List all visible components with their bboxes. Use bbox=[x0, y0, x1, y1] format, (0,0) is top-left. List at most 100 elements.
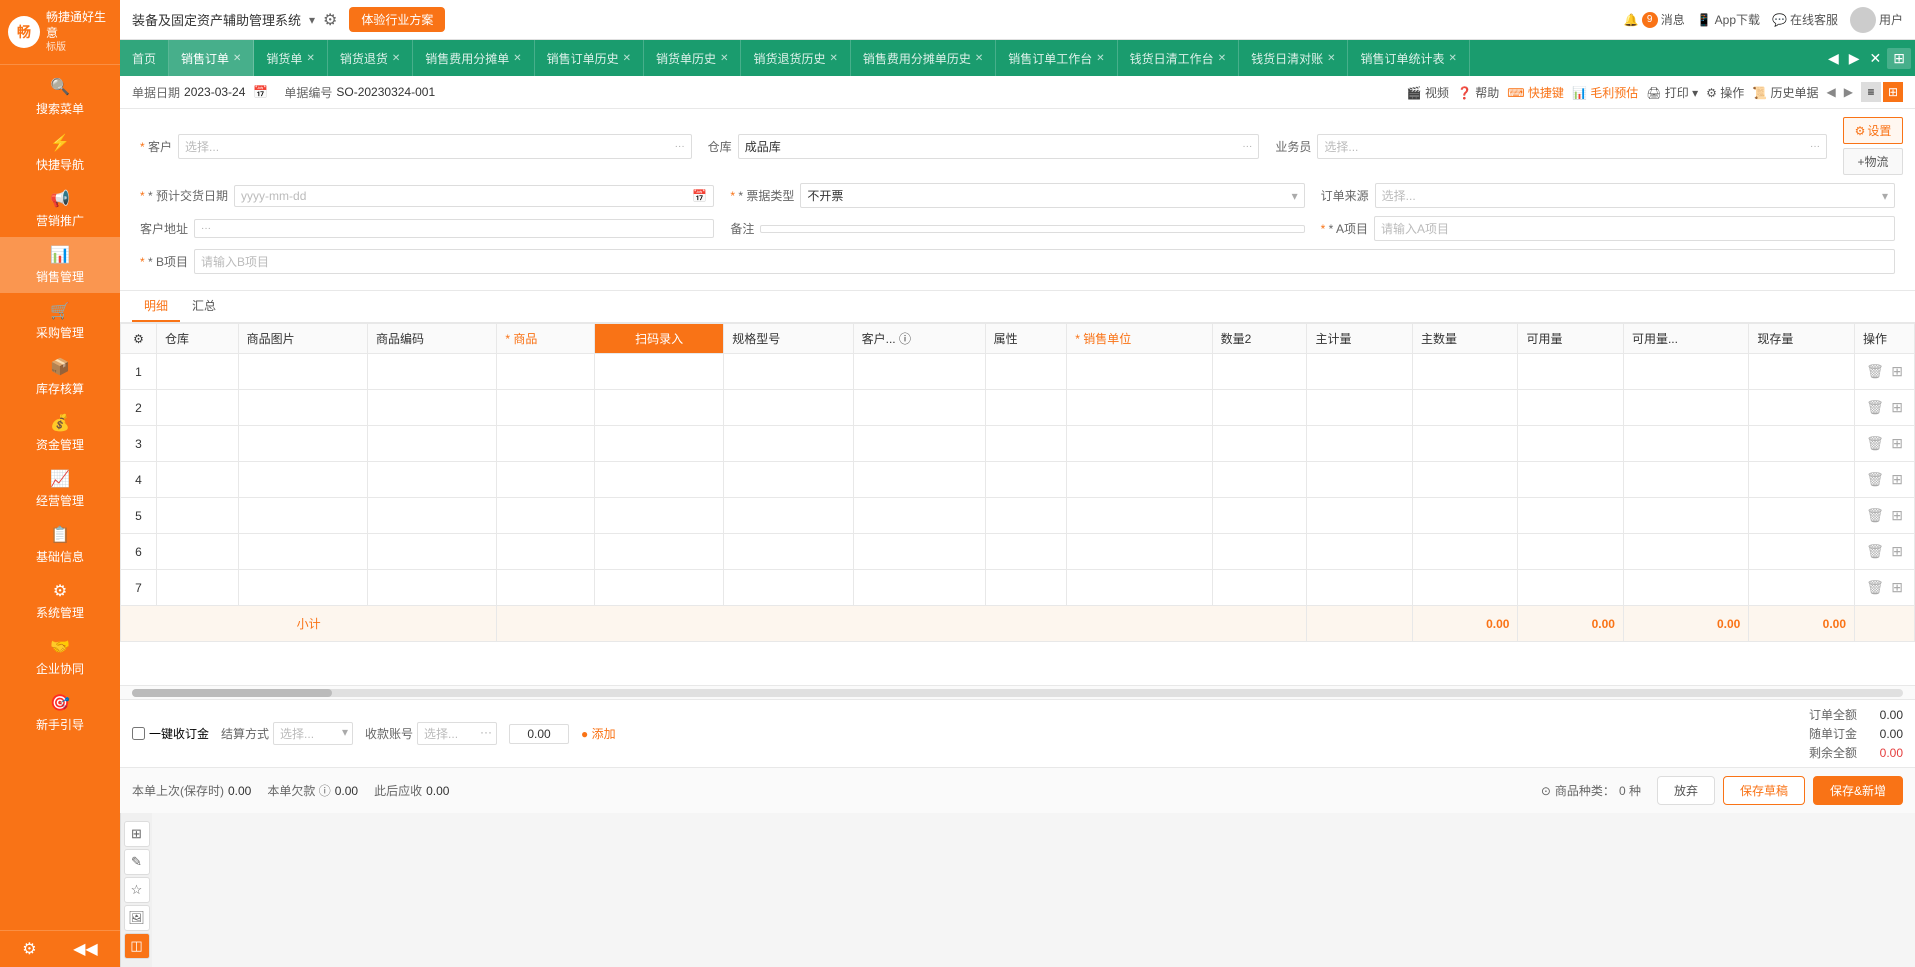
sidebar-item-marketing[interactable]: 📢 营销推广 bbox=[0, 181, 120, 237]
row-3-unit[interactable] bbox=[1067, 426, 1212, 462]
user-area[interactable]: 用户 bbox=[1850, 7, 1903, 33]
col-scan[interactable]: 扫码录入 bbox=[594, 324, 723, 354]
industry-solution-button[interactable]: 体验行业方案 bbox=[349, 7, 445, 32]
settings-btn[interactable]: ⚙ 设置 bbox=[1843, 117, 1903, 144]
tab-close-icon[interactable]: ✕ bbox=[392, 53, 400, 64]
row-6-code[interactable] bbox=[367, 534, 496, 570]
row-6-product[interactable] bbox=[497, 534, 595, 570]
online-service-btn[interactable]: 💬 在线客服 bbox=[1772, 11, 1838, 28]
row-6-main-qty[interactable] bbox=[1412, 534, 1518, 570]
number-value[interactable]: SO-20230324-001 bbox=[336, 85, 435, 99]
rs-btn-3[interactable]: ☆ bbox=[124, 877, 150, 903]
delete-icon[interactable]: 🗑 bbox=[1866, 399, 1884, 415]
print-btn[interactable]: 🖨 打印 ▾ bbox=[1646, 84, 1698, 101]
row-4-code[interactable] bbox=[367, 462, 496, 498]
row-7-unit[interactable] bbox=[1067, 570, 1212, 606]
salesperson-input[interactable]: 选择... ··· bbox=[1317, 134, 1827, 159]
row-3-attr[interactable] bbox=[985, 426, 1067, 462]
row-6-attr[interactable] bbox=[985, 534, 1067, 570]
row-4-spec[interactable] bbox=[724, 462, 853, 498]
tab-close-all-btn[interactable]: ✕ bbox=[1866, 48, 1886, 69]
copy-icon[interactable]: ⊞ bbox=[1891, 435, 1903, 451]
row-5-main-qty[interactable] bbox=[1412, 498, 1518, 534]
row-2-qty2[interactable] bbox=[1212, 390, 1307, 426]
row-2-product[interactable] bbox=[497, 390, 595, 426]
row-3-warehouse[interactable] bbox=[157, 426, 239, 462]
row-7-code[interactable] bbox=[367, 570, 496, 606]
history-btn[interactable]: 📜 历史单据 bbox=[1752, 84, 1818, 101]
delete-icon[interactable]: 🗑 bbox=[1866, 435, 1884, 451]
view-list-btn[interactable]: ≡ bbox=[1861, 82, 1881, 102]
row-7-attr[interactable] bbox=[985, 570, 1067, 606]
row-6-spec[interactable] bbox=[724, 534, 853, 570]
row-3-product[interactable] bbox=[497, 426, 595, 462]
tab-expense-history[interactable]: 销售费用分摊单历史 ✕ bbox=[851, 40, 996, 76]
tab-close-icon[interactable]: ✕ bbox=[306, 53, 314, 64]
rs-btn-1[interactable]: ⊞ bbox=[124, 821, 150, 847]
row-5-warehouse[interactable] bbox=[157, 498, 239, 534]
tab-expand-btn[interactable]: ⊞ bbox=[1887, 48, 1911, 69]
row-4-qty2[interactable] bbox=[1212, 462, 1307, 498]
scrollbar-thumb[interactable] bbox=[132, 689, 332, 697]
row-6-unit[interactable] bbox=[1067, 534, 1212, 570]
row-2-spec[interactable] bbox=[724, 390, 853, 426]
tab-close-icon[interactable]: ✕ bbox=[975, 53, 983, 64]
row-5-attr[interactable] bbox=[985, 498, 1067, 534]
row-7-qty2[interactable] bbox=[1212, 570, 1307, 606]
save-new-button[interactable]: 保存&新增 bbox=[1813, 776, 1903, 805]
row-2-warehouse[interactable] bbox=[157, 390, 239, 426]
video-btn[interactable]: 🎬 视频 bbox=[1407, 84, 1449, 101]
tab-order-workbench[interactable]: 销售订单工作台 ✕ bbox=[996, 40, 1117, 76]
date-value[interactable]: 2023-03-24 bbox=[184, 85, 245, 99]
tab-sales-return[interactable]: 销货退货 ✕ bbox=[328, 40, 413, 76]
notification-area[interactable]: 🔔 9 消息 bbox=[1624, 11, 1685, 28]
tab-order-history[interactable]: 销售订单历史 ✕ bbox=[535, 40, 644, 76]
rs-btn-2[interactable]: ✎ bbox=[124, 849, 150, 875]
row-5-qty2[interactable] bbox=[1212, 498, 1307, 534]
tab-sales-bill[interactable]: 销货单 ✕ bbox=[254, 40, 327, 76]
copy-icon[interactable]: ⊞ bbox=[1891, 579, 1903, 595]
address-input[interactable]: ··· bbox=[194, 219, 714, 238]
delete-icon[interactable]: 🗑 bbox=[1866, 471, 1884, 487]
row-3-code[interactable] bbox=[367, 426, 496, 462]
nav-next-icon[interactable]: ▶ bbox=[1844, 85, 1853, 99]
row-4-product[interactable] bbox=[497, 462, 595, 498]
row-4-attr[interactable] bbox=[985, 462, 1067, 498]
nav-prev-icon[interactable]: ◀ bbox=[1827, 85, 1836, 99]
row-1-main-qty[interactable] bbox=[1412, 354, 1518, 390]
account-select[interactable]: 选择... ··· bbox=[417, 722, 497, 745]
save-draft-button[interactable]: 保存草稿 bbox=[1723, 776, 1805, 805]
tab-stats[interactable]: 销售订单统计表 ✕ bbox=[1348, 40, 1469, 76]
logistics-btn[interactable]: +物流 bbox=[1843, 148, 1903, 175]
copy-icon[interactable]: ⊞ bbox=[1891, 507, 1903, 523]
rs-btn-5[interactable]: ◫ bbox=[124, 933, 150, 959]
copy-icon[interactable]: ⊞ bbox=[1891, 399, 1903, 415]
tab-close-icon[interactable]: ✕ bbox=[1096, 53, 1104, 64]
tab-close-icon[interactable]: ✕ bbox=[1449, 53, 1457, 64]
row-7-warehouse[interactable] bbox=[157, 570, 239, 606]
row-2-attr[interactable] bbox=[985, 390, 1067, 426]
tab-close-icon[interactable]: ✕ bbox=[233, 53, 241, 64]
col-settings[interactable]: ⚙ bbox=[121, 324, 157, 354]
tab-close-icon[interactable]: ✕ bbox=[1327, 53, 1335, 64]
invoice-input[interactable]: 不开票 ▾ bbox=[800, 183, 1304, 208]
amount-input[interactable] bbox=[509, 724, 569, 744]
tab-bill-history[interactable]: 销货单历史 ✕ bbox=[644, 40, 741, 76]
row-5-spec[interactable] bbox=[724, 498, 853, 534]
collapse-icon[interactable]: ◀◀ bbox=[73, 939, 98, 959]
tab-close-icon[interactable]: ✕ bbox=[513, 53, 521, 64]
sidebar-item-system[interactable]: ⚙ 系统管理 bbox=[0, 573, 120, 629]
row-5-code[interactable] bbox=[367, 498, 496, 534]
customer-input[interactable]: 选择... ··· bbox=[178, 134, 692, 159]
system-dropdown[interactable]: ▾ bbox=[309, 13, 315, 27]
sidebar-item-search[interactable]: 🔍 搜索菜单 bbox=[0, 69, 120, 125]
tab-detail[interactable]: 明细 bbox=[132, 291, 180, 322]
row-2-code[interactable] bbox=[367, 390, 496, 426]
sidebar-item-basic[interactable]: 📋 基础信息 bbox=[0, 517, 120, 573]
tab-summary[interactable]: 汇总 bbox=[180, 291, 228, 322]
remark-input[interactable] bbox=[760, 225, 1304, 233]
row-7-product[interactable] bbox=[497, 570, 595, 606]
sidebar-item-inventory[interactable]: 📦 库存核算 bbox=[0, 349, 120, 405]
tab-daily-workbench[interactable]: 钱货日清工作台 ✕ bbox=[1118, 40, 1239, 76]
delivery-input[interactable]: yyyy-mm-dd 📅 bbox=[234, 185, 714, 207]
